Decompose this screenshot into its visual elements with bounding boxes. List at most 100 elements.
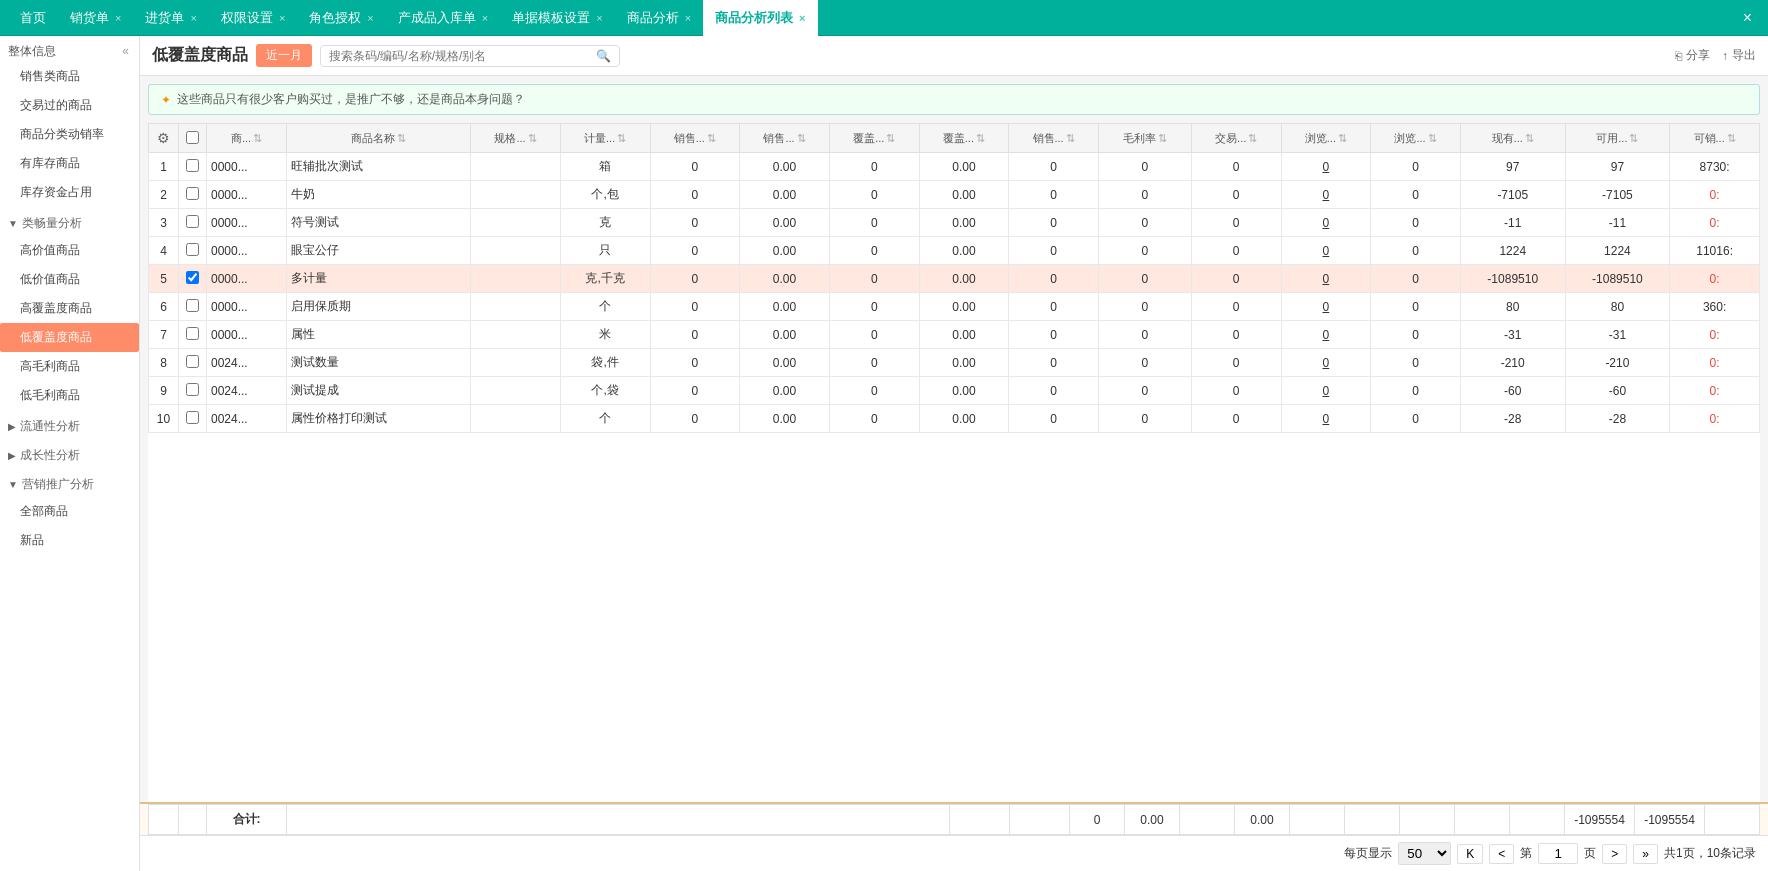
search-icon[interactable]: 🔍	[596, 49, 611, 63]
browse1-link[interactable]: 0	[1323, 384, 1330, 398]
column-available-header[interactable]: 可用...⇅	[1565, 124, 1670, 153]
sidebar-section-畅量分析[interactable]: ▼ 类畅量分析	[0, 207, 139, 236]
nav-tab-inventory[interactable]: 产成品入库单 ×	[386, 0, 500, 36]
sidebar-item-sales-goods[interactable]: 销售类商品	[0, 62, 139, 91]
sidebar-section-营销推广[interactable]: ▼ 营销推广分析	[0, 468, 139, 497]
row-checkbox-cell[interactable]	[179, 377, 207, 405]
sidebar-item-high-value[interactable]: 高价值商品	[0, 236, 139, 265]
row-checkbox[interactable]	[186, 327, 199, 340]
row-checkbox[interactable]	[186, 243, 199, 256]
row-checkbox[interactable]	[186, 159, 199, 172]
browse1-link[interactable]: 0	[1323, 328, 1330, 342]
browse1-link[interactable]: 0	[1323, 216, 1330, 230]
column-saleable-header[interactable]: 可销...⇅	[1670, 124, 1760, 153]
sidebar-item-low-coverage[interactable]: 低覆盖度商品	[0, 323, 139, 352]
row-checkbox-cell[interactable]	[179, 293, 207, 321]
nav-tab-purchase-close[interactable]: ×	[190, 12, 196, 24]
sidebar-item-high-margin[interactable]: 高毛利商品	[0, 352, 139, 381]
column-sales3-header[interactable]: 销售...⇅	[1009, 124, 1099, 153]
row-checkbox-cell[interactable]	[179, 321, 207, 349]
close-all-button[interactable]: ×	[1735, 9, 1760, 27]
row-checkbox-cell[interactable]	[179, 237, 207, 265]
row-checkbox-cell[interactable]	[179, 153, 207, 181]
column-trade-header[interactable]: 交易...⇅	[1191, 124, 1281, 153]
column-code-header[interactable]: 商...⇅	[207, 124, 287, 153]
sidebar-item-new-goods[interactable]: 新品	[0, 526, 139, 555]
column-current-header[interactable]: 现有...⇅	[1460, 124, 1565, 153]
row-checkbox[interactable]	[186, 355, 199, 368]
row-checkbox[interactable]	[186, 299, 199, 312]
browse1-link[interactable]: 0	[1323, 272, 1330, 286]
column-unit-header[interactable]: 计量...⇅	[560, 124, 650, 153]
nav-tab-templates[interactable]: 单据模板设置 ×	[500, 0, 614, 36]
nav-tab-templates-close[interactable]: ×	[596, 12, 602, 24]
sidebar-item-traded-goods[interactable]: 交易过的商品	[0, 91, 139, 120]
column-gross-rate-header[interactable]: 毛利率⇅	[1098, 124, 1191, 153]
browse1-link[interactable]: 0	[1323, 244, 1330, 258]
nav-tab-sales[interactable]: 销货单 ×	[58, 0, 133, 36]
nav-tab-purchase[interactable]: 进货单 ×	[133, 0, 208, 36]
nav-tab-analysis-list-close[interactable]: ×	[799, 12, 805, 24]
browse1-link[interactable]: 0	[1323, 412, 1330, 426]
row-browse1[interactable]: 0	[1281, 265, 1371, 293]
data-table-container[interactable]: ⚙ 商...⇅ 商品名称⇅ 规格...⇅ 计量...⇅ 销售...⇅ 销售...…	[148, 123, 1760, 802]
select-all-checkbox[interactable]	[186, 131, 199, 144]
nav-tab-roles-close[interactable]: ×	[367, 12, 373, 24]
column-browse1-header[interactable]: 浏览...⇅	[1281, 124, 1371, 153]
row-browse1[interactable]: 0	[1281, 209, 1371, 237]
per-page-select[interactable]: 50 20 100	[1398, 842, 1451, 865]
sidebar-item-in-stock[interactable]: 有库存商品	[0, 149, 139, 178]
row-checkbox[interactable]	[186, 411, 199, 424]
column-cover1-header[interactable]: 覆盖...⇅	[829, 124, 919, 153]
time-filter-button[interactable]: 近一月	[256, 44, 312, 67]
share-button[interactable]: ⎗ 分享	[1675, 47, 1710, 64]
prev-page-button[interactable]: <	[1489, 844, 1514, 864]
row-checkbox[interactable]	[186, 383, 199, 396]
next-page-button[interactable]: >	[1602, 844, 1627, 864]
sidebar-section-成长性[interactable]: ▶ 成长性分析	[0, 439, 139, 468]
column-name-header[interactable]: 商品名称⇅	[287, 124, 471, 153]
row-checkbox[interactable]	[186, 187, 199, 200]
row-checkbox-cell[interactable]	[179, 349, 207, 377]
column-settings-header[interactable]: ⚙	[149, 124, 179, 153]
browse1-link[interactable]: 0	[1323, 160, 1330, 174]
sidebar-item-high-coverage[interactable]: 高覆盖度商品	[0, 294, 139, 323]
sidebar-item-low-margin[interactable]: 低毛利商品	[0, 381, 139, 410]
column-cover2-header[interactable]: 覆盖...⇅	[919, 124, 1009, 153]
browse1-link[interactable]: 0	[1323, 356, 1330, 370]
nav-tab-analysis[interactable]: 商品分析 ×	[615, 0, 703, 36]
export-button[interactable]: ↑ 导出	[1722, 47, 1756, 64]
last-page-button[interactable]: »	[1633, 844, 1658, 864]
column-sales2-header[interactable]: 销售...⇅	[740, 124, 830, 153]
row-browse1[interactable]: 0	[1281, 377, 1371, 405]
sidebar-collapse-button[interactable]: «	[118, 42, 133, 60]
nav-tab-permissions[interactable]: 权限设置 ×	[209, 0, 297, 36]
search-input[interactable]	[329, 49, 592, 63]
nav-tab-roles[interactable]: 角色授权 ×	[297, 0, 385, 36]
nav-tab-analysis-close[interactable]: ×	[685, 12, 691, 24]
nav-tab-inventory-close[interactable]: ×	[482, 12, 488, 24]
row-checkbox[interactable]	[186, 215, 199, 228]
nav-tab-home[interactable]: 首页	[8, 0, 58, 36]
row-browse1[interactable]: 0	[1281, 321, 1371, 349]
first-page-button[interactable]: K	[1457, 844, 1483, 864]
sidebar-item-all-goods[interactable]: 全部商品	[0, 497, 139, 526]
row-browse1[interactable]: 0	[1281, 293, 1371, 321]
nav-tab-permissions-close[interactable]: ×	[279, 12, 285, 24]
column-checkbox-header[interactable]	[179, 124, 207, 153]
row-browse1[interactable]: 0	[1281, 237, 1371, 265]
browse1-link[interactable]: 0	[1323, 300, 1330, 314]
row-checkbox[interactable]	[186, 271, 199, 284]
column-spec-header[interactable]: 规格...⇅	[471, 124, 561, 153]
row-checkbox-cell[interactable]	[179, 181, 207, 209]
page-number-input[interactable]	[1538, 843, 1578, 864]
row-checkbox-cell[interactable]	[179, 209, 207, 237]
row-browse1[interactable]: 0	[1281, 181, 1371, 209]
sidebar-section-流通性[interactable]: ▶ 流通性分析	[0, 410, 139, 439]
column-sales1-header[interactable]: 销售...⇅	[650, 124, 740, 153]
column-browse2-header[interactable]: 浏览...⇅	[1371, 124, 1461, 153]
row-browse1[interactable]: 0	[1281, 349, 1371, 377]
nav-tab-analysis-list[interactable]: 商品分析列表 ×	[703, 0, 817, 36]
sidebar-item-low-value[interactable]: 低价值商品	[0, 265, 139, 294]
row-browse1[interactable]: 0	[1281, 405, 1371, 433]
